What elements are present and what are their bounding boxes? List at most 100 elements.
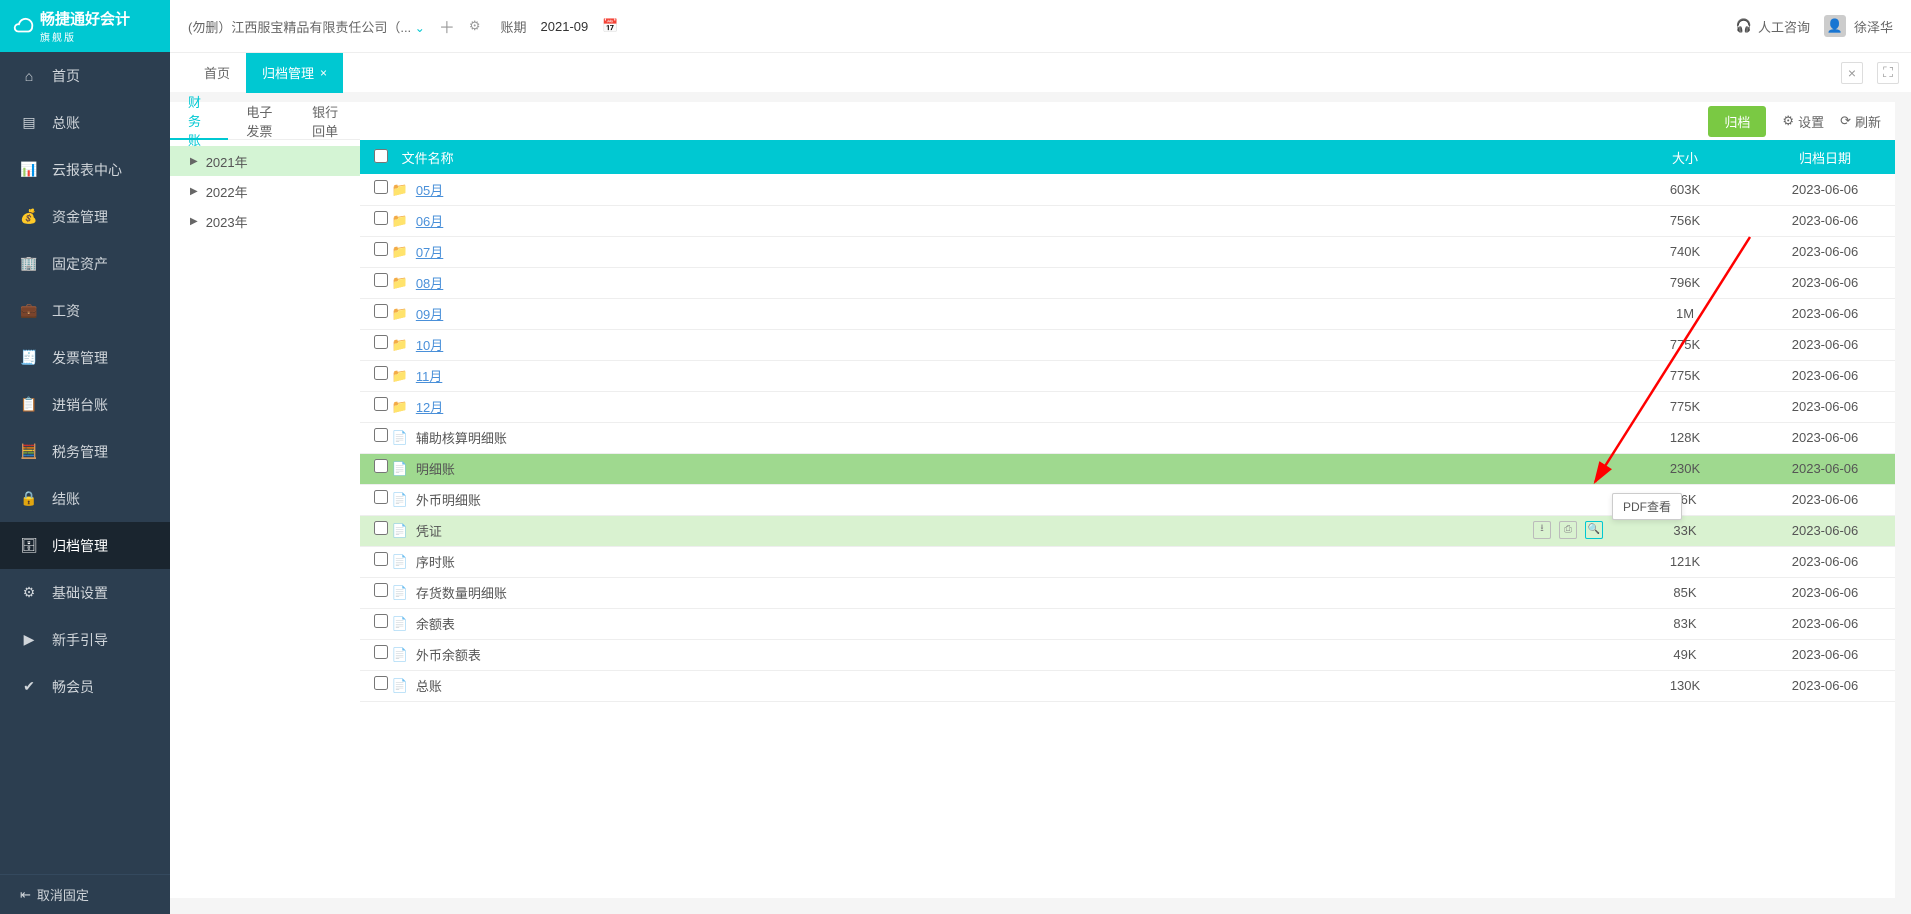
nav-item[interactable]: ✔畅会员 — [0, 663, 170, 710]
nav-icon: 🧮 — [20, 443, 38, 461]
nav-item[interactable]: 🗄归档管理 — [0, 522, 170, 569]
row-checkbox[interactable] — [374, 397, 388, 411]
file-icon: 📄 — [392, 461, 408, 477]
select-all-checkbox[interactable] — [374, 149, 388, 163]
file-link[interactable]: 09月 — [416, 304, 443, 323]
table-row[interactable]: 📁12月775K2023-06-06 — [360, 391, 1895, 422]
user-menu[interactable]: 👤 徐泽华 — [1824, 15, 1893, 37]
pdf-icon[interactable]: ⎙ — [1559, 521, 1577, 539]
tab-close-button[interactable]: × — [1841, 62, 1863, 84]
table-row[interactable]: 📁08月796K2023-06-06 — [360, 267, 1895, 298]
refresh-link[interactable]: ⟳刷新 — [1840, 112, 1881, 131]
nav-item[interactable]: 💼工资 — [0, 287, 170, 334]
close-icon[interactable]: × — [320, 66, 327, 80]
nav-item[interactable]: ⚙基础设置 — [0, 569, 170, 616]
file-link[interactable]: 07月 — [416, 242, 443, 261]
support-link[interactable]: 🎧 人工咨询 — [1736, 17, 1810, 36]
row-checkbox[interactable] — [374, 490, 388, 504]
row-checkbox[interactable] — [374, 366, 388, 380]
nav-item[interactable]: ▤总账 — [0, 99, 170, 146]
add-button[interactable]: ＋ — [439, 14, 455, 38]
row-checkbox[interactable] — [374, 521, 388, 535]
cell-size: 230K — [1615, 453, 1755, 484]
year-item-2023[interactable]: ▶2023年 — [170, 206, 360, 236]
file-name: 外币明细账 — [416, 490, 481, 509]
download-icon[interactable]: ⭳ — [1533, 521, 1551, 539]
cell-date: 2023-06-06 — [1755, 670, 1895, 701]
subtab-einvoice[interactable]: 电子发票 — [228, 102, 294, 139]
row-checkbox[interactable] — [374, 180, 388, 194]
calendar-icon[interactable]: 📅 — [602, 18, 618, 34]
cell-date: 2023-06-06 — [1755, 484, 1895, 515]
table-row[interactable]: 📁09月1M2023-06-06 — [360, 298, 1895, 329]
nav-item[interactable]: 💰资金管理 — [0, 193, 170, 240]
nav-item[interactable]: 🧾发票管理 — [0, 334, 170, 381]
table-row[interactable]: 📄存货数量明细账85K2023-06-06 — [360, 577, 1895, 608]
settings-link[interactable]: ⚙设置 — [1782, 112, 1824, 131]
sidebar-unpin[interactable]: ⇤ 取消固定 — [0, 874, 170, 914]
table-row[interactable]: 📄总账130K2023-06-06 — [360, 670, 1895, 701]
nav-item[interactable]: 🔒结账 — [0, 475, 170, 522]
table-row[interactable]: 📄外币余额表49K2023-06-06 — [360, 639, 1895, 670]
nav-icon: 🧾 — [20, 349, 38, 367]
row-checkbox[interactable] — [374, 242, 388, 256]
file-link[interactable]: 11月 — [416, 366, 443, 385]
archive-button[interactable]: 归档 — [1708, 106, 1766, 137]
row-checkbox[interactable] — [374, 335, 388, 349]
table-row[interactable]: 📄序时账121K2023-06-06 — [360, 546, 1895, 577]
company-selector[interactable]: (勿删）江西服宝精品有限责任公司（... ⌄ — [188, 17, 425, 36]
tab-archive[interactable]: 归档管理 × — [246, 53, 343, 93]
row-checkbox[interactable] — [374, 304, 388, 318]
table-row[interactable]: 📁06月756K2023-06-06 — [360, 205, 1895, 236]
subtab-finance[interactable]: 财务账 — [170, 102, 228, 139]
row-checkbox[interactable] — [374, 583, 388, 597]
file-link[interactable]: 10月 — [416, 335, 443, 354]
sidebar: 畅捷通好会计 旗舰版 ⌂首页▤总账📊云报表中心💰资金管理🏢固定资产💼工资🧾发票管… — [0, 0, 170, 914]
file-link[interactable]: 05月 — [416, 180, 443, 199]
period-label: 账期 — [501, 17, 527, 36]
nav-icon: 🔒 — [20, 490, 38, 508]
nav-item[interactable]: ▶新手引导 — [0, 616, 170, 663]
fullscreen-icon[interactable]: ⛶ — [1877, 62, 1899, 84]
tab-home[interactable]: 首页 — [188, 53, 246, 93]
nav-item[interactable]: 🧮税务管理 — [0, 428, 170, 475]
pdf-view-tooltip: PDF查看 — [1612, 493, 1682, 520]
file-icon: 📄 — [392, 678, 408, 694]
table-row[interactable]: 📄辅助核算明细账128K2023-06-06 — [360, 422, 1895, 453]
period-value[interactable]: 2021-09 — [541, 19, 589, 34]
table-row[interactable]: 📁10月775K2023-06-06 — [360, 329, 1895, 360]
year-item-2021[interactable]: ▶2021年 — [170, 146, 360, 176]
file-pane: 归档 ⚙设置 ⟳刷新 文件名称 大小 归档日期 📁05月603K2023-06-… — [360, 102, 1895, 898]
triangle-right-icon: ▶ — [190, 216, 198, 227]
folder-icon: 📁 — [392, 399, 408, 415]
year-item-2022[interactable]: ▶2022年 — [170, 176, 360, 206]
table-row[interactable]: 📄明细账230K2023-06-06 — [360, 453, 1895, 484]
nav-item[interactable]: 🏢固定资产 — [0, 240, 170, 287]
nav-item[interactable]: 📊云报表中心 — [0, 146, 170, 193]
table-row[interactable]: 📄余额表83K2023-06-06 — [360, 608, 1895, 639]
row-checkbox[interactable] — [374, 552, 388, 566]
file-link[interactable]: 12月 — [416, 397, 443, 416]
row-checkbox[interactable] — [374, 273, 388, 287]
cell-date: 2023-06-06 — [1755, 298, 1895, 329]
nav-item[interactable]: 📋进销台账 — [0, 381, 170, 428]
table-row[interactable]: 📁05月603K2023-06-06 — [360, 174, 1895, 205]
left-pane: 财务账 电子发票 银行回单 ▶2021年 ▶2022年 ▶2023年 — [170, 102, 360, 898]
file-link[interactable]: 06月 — [416, 211, 443, 230]
nav-icon: ✔ — [20, 678, 38, 696]
pdf-view-icon[interactable]: 🔍 — [1585, 521, 1603, 539]
row-checkbox[interactable] — [374, 645, 388, 659]
row-checkbox[interactable] — [374, 614, 388, 628]
nav-item[interactable]: ⌂首页 — [0, 52, 170, 99]
row-checkbox[interactable] — [374, 459, 388, 473]
file-link[interactable]: 08月 — [416, 273, 443, 292]
subtab-bank[interactable]: 银行回单 — [294, 102, 360, 139]
row-checkbox[interactable] — [374, 211, 388, 225]
table-row[interactable]: 📁07月740K2023-06-06 — [360, 236, 1895, 267]
row-checkbox[interactable] — [374, 676, 388, 690]
cell-date: 2023-06-06 — [1755, 422, 1895, 453]
nav-label: 资金管理 — [52, 207, 108, 227]
gear-icon[interactable]: ⚙ — [469, 18, 481, 34]
table-row[interactable]: 📁11月775K2023-06-06 — [360, 360, 1895, 391]
row-checkbox[interactable] — [374, 428, 388, 442]
